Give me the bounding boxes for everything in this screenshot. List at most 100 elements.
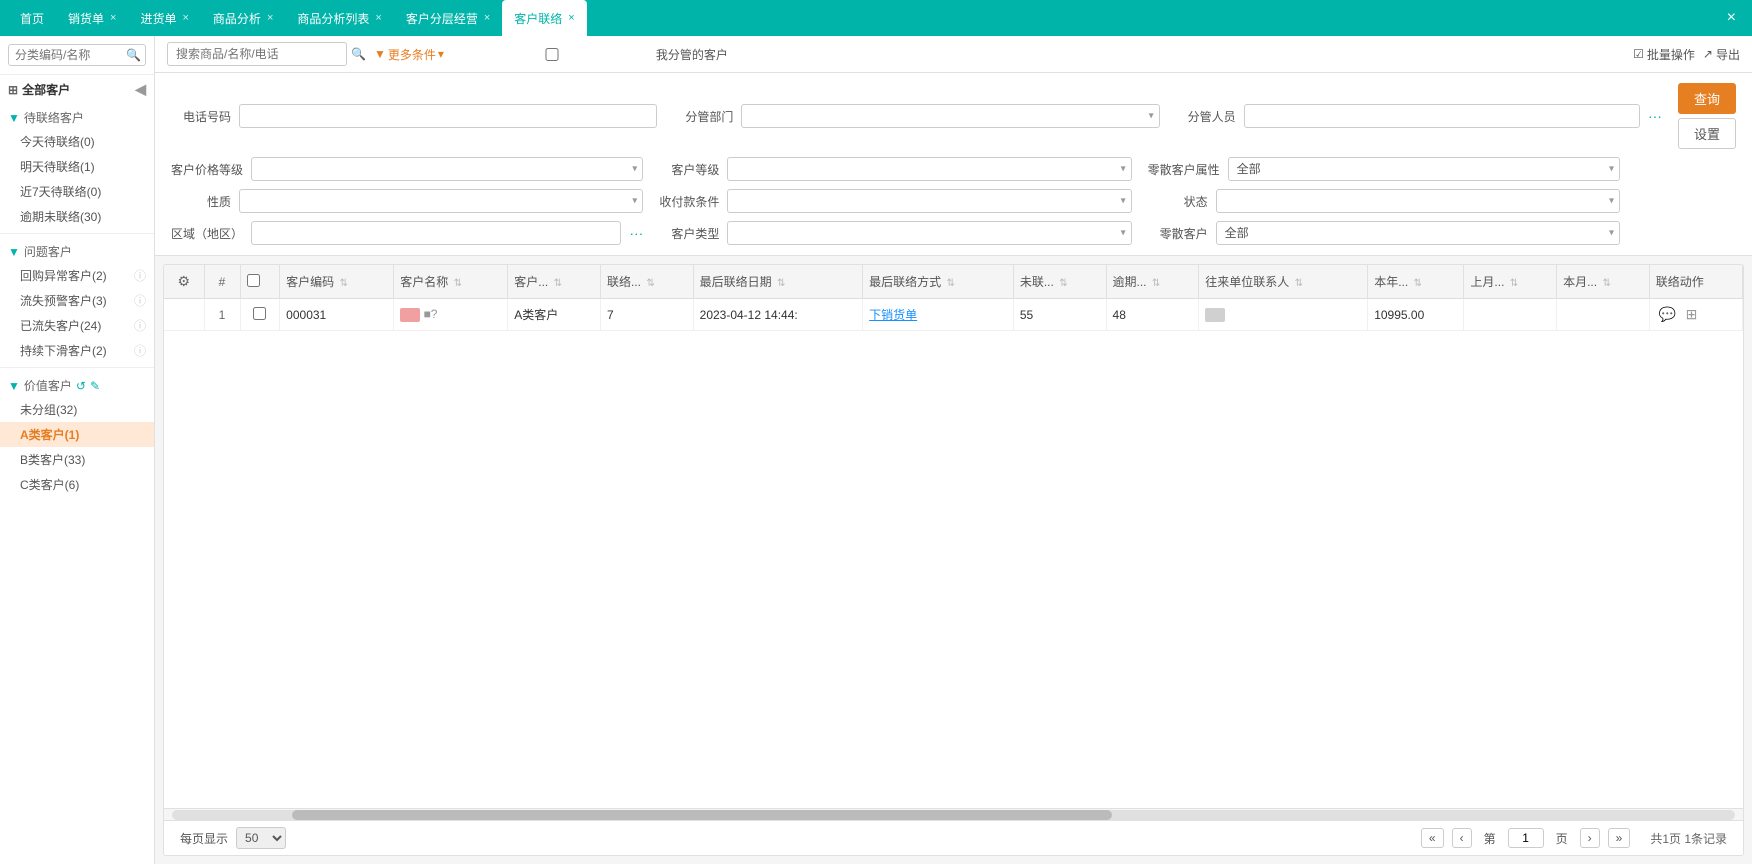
grid-action-icon[interactable]: ⊞ bbox=[1686, 306, 1698, 322]
status-select[interactable] bbox=[1216, 189, 1620, 213]
setting-button[interactable]: 设置 bbox=[1678, 118, 1736, 149]
sidebar-item-7days[interactable]: 近7天待联络(0) bbox=[0, 179, 154, 204]
gear-icon[interactable]: ⚙ bbox=[177, 273, 190, 289]
payment-select[interactable] bbox=[727, 189, 1131, 213]
main-search-input[interactable] bbox=[167, 42, 347, 66]
export-icon: ↗ bbox=[1703, 47, 1713, 61]
customer-type-select[interactable] bbox=[727, 221, 1131, 245]
prev-page-button[interactable]: ‹ bbox=[1452, 828, 1472, 848]
unitcontact-col-header[interactable]: 往来单位联系人 ⇅ bbox=[1199, 265, 1368, 299]
region-dots-button[interactable]: ··· bbox=[629, 225, 643, 241]
nature-select[interactable] bbox=[239, 189, 643, 213]
nav-product-analysis[interactable]: 商品分析 × bbox=[201, 0, 285, 36]
level-col-header[interactable]: 客户... ⇅ bbox=[508, 265, 601, 299]
filter-phone: 电话号码 bbox=[171, 104, 657, 128]
sidebar-item-class-c[interactable]: C类客户(6) bbox=[0, 472, 154, 497]
last-method-link[interactable]: 下销货单 bbox=[869, 308, 917, 322]
collapse-icon[interactable]: ◀ bbox=[135, 81, 146, 98]
manager-dots-button[interactable]: ··· bbox=[1648, 108, 1662, 124]
value-customers-group[interactable]: ▼ 价值客户 ↺ ✎ bbox=[0, 372, 154, 397]
row-level: A类客户 bbox=[508, 299, 601, 331]
first-page-button[interactable]: « bbox=[1421, 828, 1444, 848]
sidebar-search-icon[interactable]: 🔍 bbox=[126, 48, 141, 62]
lastdate-sort-icon: ⇅ bbox=[777, 278, 785, 289]
page-label: 第 bbox=[1484, 830, 1496, 847]
sidebar-item-repurchase[interactable]: 回购异常客户(2) ⓘ bbox=[0, 263, 154, 288]
info-icon-2: ⓘ bbox=[134, 292, 146, 309]
close-all-button[interactable]: × bbox=[1719, 9, 1744, 27]
lastmethod-col-header[interactable]: 最后联络方式 ⇅ bbox=[863, 265, 1014, 299]
more-filters-button[interactable]: ▼ 更多条件 ▾ bbox=[374, 46, 444, 63]
my-customers-checkbox-label[interactable]: 我分管的客户 bbox=[452, 46, 728, 63]
problem-customers-group[interactable]: ▼ 问题客户 bbox=[0, 238, 154, 263]
retail-customer-wrapper: 全部 bbox=[1216, 221, 1620, 245]
lastmonth-col-header[interactable]: 上月... ⇅ bbox=[1464, 265, 1557, 299]
close-purchase-icon[interactable]: × bbox=[182, 12, 188, 24]
next-page-button[interactable]: › bbox=[1580, 828, 1600, 848]
all-customers-header[interactable]: ⊞ 全部客户 ◀ bbox=[0, 75, 154, 104]
nav-customer-segment[interactable]: 客户分层经营 × bbox=[394, 0, 502, 36]
code-col-header[interactable]: 客户编码 ⇅ bbox=[280, 265, 394, 299]
customer-level-select[interactable] bbox=[727, 157, 1131, 181]
row-checkbox[interactable] bbox=[253, 307, 266, 320]
per-page-select[interactable]: 50 bbox=[236, 827, 286, 849]
pending-contact-group[interactable]: ▼ 待联络客户 bbox=[0, 104, 154, 129]
my-customers-checkbox[interactable] bbox=[452, 48, 652, 61]
thisyear-col-header[interactable]: 本年... ⇅ bbox=[1368, 265, 1464, 299]
dept-select[interactable] bbox=[741, 104, 1159, 128]
nav-home[interactable]: 首页 bbox=[8, 0, 56, 36]
filter-region: 区域（地区） ··· bbox=[171, 221, 643, 245]
table-scroll[interactable]: ⚙ # 客户编码 ⇅ 客户名称 bbox=[164, 265, 1743, 808]
nocontact-col-header[interactable]: 未联... ⇅ bbox=[1013, 265, 1106, 299]
sidebar-item-overdue[interactable]: 逾期未联络(30) bbox=[0, 204, 154, 229]
refresh-icon[interactable]: ↺ bbox=[76, 379, 86, 393]
page-number-input[interactable] bbox=[1508, 828, 1544, 848]
checkbox-col-header[interactable] bbox=[240, 265, 280, 299]
last-page-button[interactable]: » bbox=[1608, 828, 1631, 848]
filter-nature: 性质 bbox=[171, 189, 643, 213]
price-level-select[interactable] bbox=[251, 157, 643, 181]
close-product-list-icon[interactable]: × bbox=[375, 12, 381, 24]
phone-input[interactable] bbox=[239, 104, 657, 128]
close-product-analysis-icon[interactable]: × bbox=[267, 12, 273, 24]
sidebar-item-today[interactable]: 今天待联络(0) bbox=[0, 129, 154, 154]
scroll-thumb[interactable] bbox=[292, 810, 1112, 820]
manager-input[interactable] bbox=[1244, 104, 1640, 128]
sidebar-item-tomorrow[interactable]: 明天待联络(1) bbox=[0, 154, 154, 179]
lastdate-col-header[interactable]: 最后联络日期 ⇅ bbox=[693, 265, 863, 299]
batch-ops-button[interactable]: ☑ 批量操作 bbox=[1633, 46, 1695, 63]
sidebar-item-class-b[interactable]: B类客户(33) bbox=[0, 447, 154, 472]
close-customer-segment-icon[interactable]: × bbox=[484, 12, 490, 24]
row-thismonth bbox=[1557, 299, 1650, 331]
nav-purchase[interactable]: 进货单 × bbox=[128, 0, 200, 36]
settings-col-header[interactable]: ⚙ bbox=[164, 265, 204, 299]
overdue-col-header[interactable]: 逾期... ⇅ bbox=[1106, 265, 1199, 299]
main-search-icon[interactable]: 🔍 bbox=[351, 47, 366, 61]
sidebar-item-unclassified[interactable]: 未分组(32) bbox=[0, 397, 154, 422]
comment-action-icon[interactable]: 💬 bbox=[1659, 306, 1676, 322]
export-button[interactable]: ↗ 导出 bbox=[1703, 46, 1740, 63]
sidebar-item-churn-warning[interactable]: 流失预警客户(3) ⓘ bbox=[0, 288, 154, 313]
edit-icon[interactable]: ✎ bbox=[90, 379, 100, 393]
nav-product-list[interactable]: 商品分析列表 × bbox=[285, 0, 393, 36]
thismonth-col-header[interactable]: 本月... ⇅ bbox=[1557, 265, 1650, 299]
row-checkbox-cell[interactable] bbox=[240, 299, 280, 331]
sidebar-item-churned[interactable]: 已流失客户(24) ⓘ bbox=[0, 313, 154, 338]
close-customer-contact-icon[interactable]: × bbox=[568, 12, 574, 24]
price-level-wrapper bbox=[251, 157, 643, 181]
sidebar-item-class-a[interactable]: A类客户(1) bbox=[0, 422, 154, 447]
sidebar: 🔍 ⊞ 全部客户 ◀ ▼ 待联络客户 今天待联络(0) 明天待联络(1) 近7天… bbox=[0, 36, 155, 864]
select-all-checkbox[interactable] bbox=[247, 274, 260, 287]
retail-attr-select[interactable]: 全部 bbox=[1228, 157, 1620, 181]
name-col-header[interactable]: 客户名称 ⇅ bbox=[394, 265, 508, 299]
horizontal-scrollbar[interactable] bbox=[164, 808, 1743, 820]
contact-col-header[interactable]: 联络... ⇅ bbox=[600, 265, 693, 299]
nav-customer-contact[interactable]: 客户联络 × bbox=[502, 0, 586, 36]
dept-select-wrapper bbox=[741, 104, 1159, 128]
close-sales-icon[interactable]: × bbox=[110, 12, 116, 24]
query-button[interactable]: 查询 bbox=[1678, 83, 1736, 114]
region-input[interactable] bbox=[251, 221, 621, 245]
retail-customer-select[interactable]: 全部 bbox=[1216, 221, 1620, 245]
nav-sales[interactable]: 销货单 × bbox=[56, 0, 128, 36]
sidebar-item-declining[interactable]: 持续下滑客户(2) ⓘ bbox=[0, 338, 154, 363]
